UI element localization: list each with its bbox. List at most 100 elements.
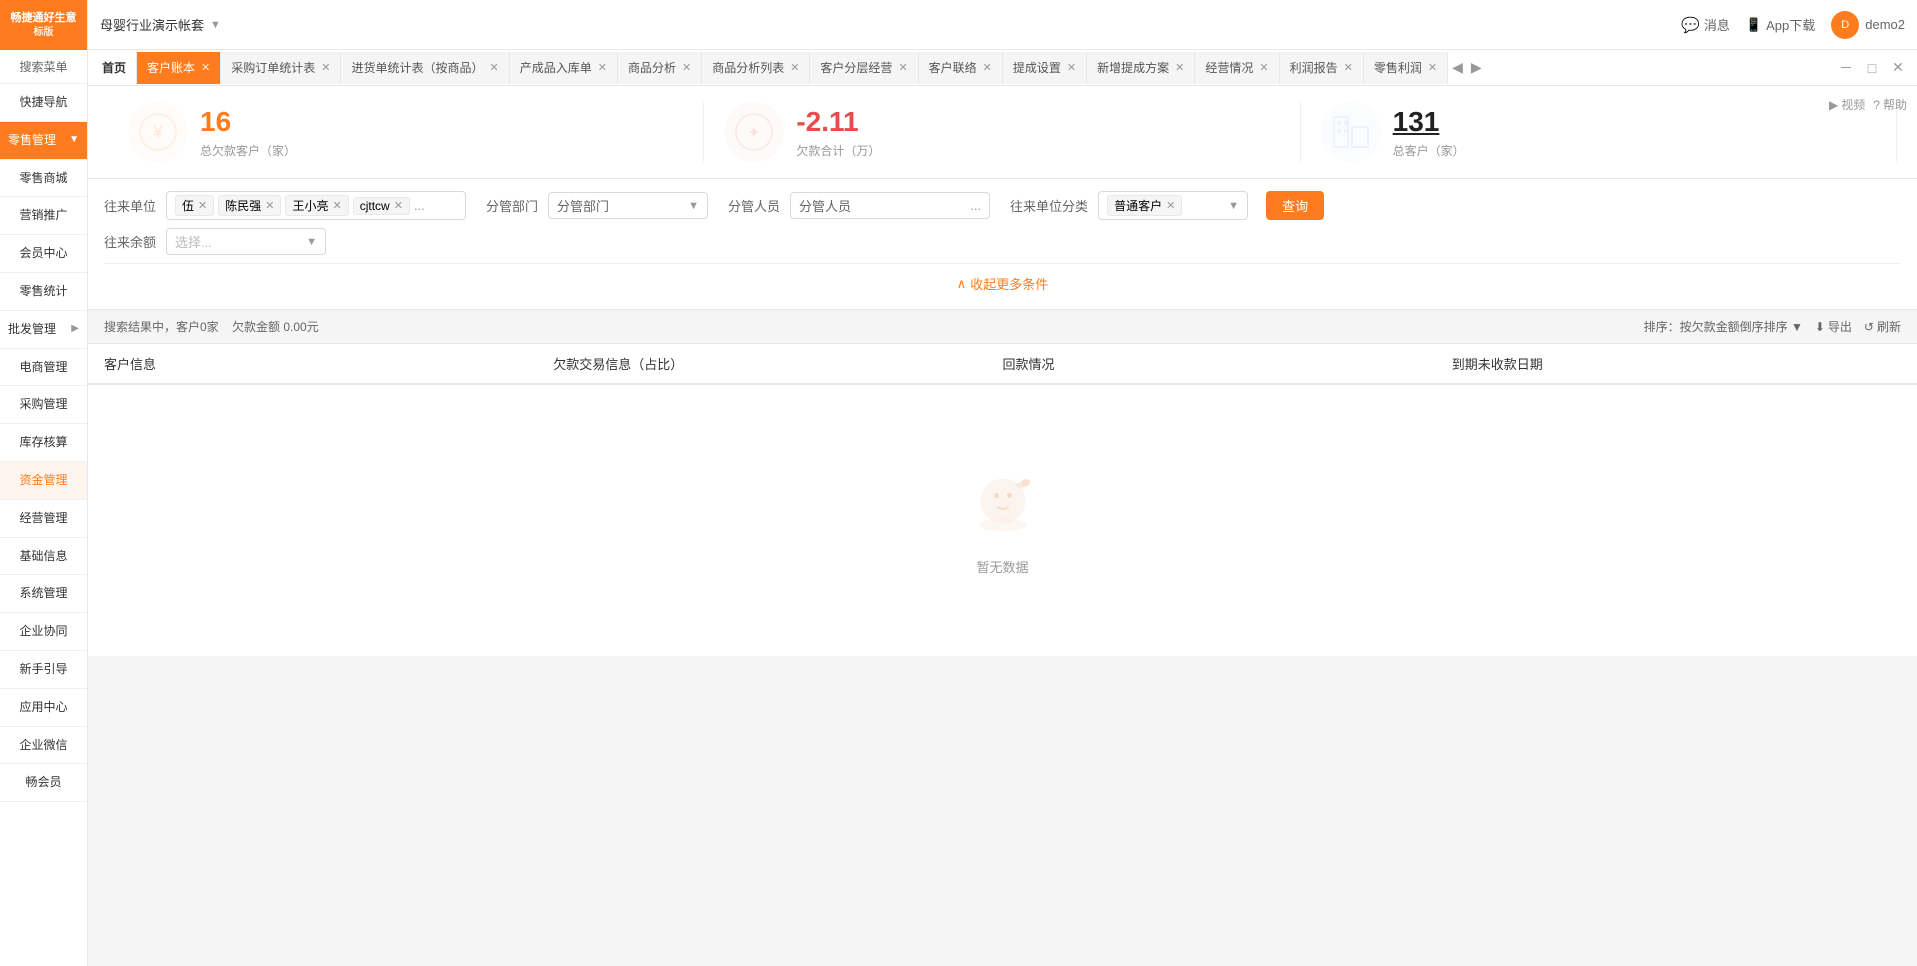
user-avatar: D bbox=[1831, 11, 1859, 39]
question-icon: ? bbox=[1873, 98, 1880, 112]
app-center-label: 应用中心 bbox=[19, 700, 67, 714]
tab-close-all-btn[interactable]: ✕ bbox=[1887, 57, 1909, 79]
search-btn[interactable]: 查询 bbox=[1266, 191, 1324, 220]
tab-goods-analysis[interactable]: 商品分析 ✕ bbox=[618, 52, 702, 84]
debt-customers-label: 总欠款客户（家） bbox=[200, 142, 683, 159]
sidebar-item-finance[interactable]: 资金管理 bbox=[0, 462, 87, 500]
sidebar-item-member[interactable]: 会员中心 bbox=[0, 235, 87, 273]
department-chevron: ▼ bbox=[688, 200, 699, 212]
sidebar-item-system[interactable]: 系统管理 bbox=[0, 575, 87, 613]
refresh-icon: ↺ bbox=[1864, 320, 1874, 334]
tab-home[interactable]: 首页 bbox=[92, 52, 137, 84]
tab-close-icon[interactable]: ✕ bbox=[1259, 61, 1268, 74]
tab-customer-contact[interactable]: 客户联络 ✕ bbox=[919, 52, 1003, 84]
refresh-btn[interactable]: ↺ 刷新 bbox=[1864, 318, 1901, 335]
app-download-btn[interactable]: 📱 App下载 bbox=[1746, 15, 1815, 34]
tab-close-icon[interactable]: ✕ bbox=[201, 61, 210, 74]
message-icon: 💬 bbox=[1681, 16, 1700, 34]
sidebar-item-purchase[interactable]: 采购管理 bbox=[0, 386, 87, 424]
unit-class-close[interactable]: ✕ bbox=[1166, 199, 1175, 212]
tab-restore-btn[interactable]: □ bbox=[1861, 57, 1883, 79]
tab-business-situation[interactable]: 经营情况 ✕ bbox=[1195, 52, 1279, 84]
finance-label: 资金管理 bbox=[19, 473, 67, 487]
help-btn[interactable]: ? 帮助 bbox=[1873, 96, 1907, 113]
tab-close-icon[interactable]: ✕ bbox=[682, 61, 691, 74]
export-icon: ⬇ bbox=[1815, 320, 1825, 334]
sidebar-item-guide[interactable]: 新手引导 bbox=[0, 651, 87, 689]
tab-incoming-stats[interactable]: 进货单统计表（按商品） ✕ bbox=[341, 52, 509, 84]
tab-close-icon[interactable]: ✕ bbox=[1428, 61, 1437, 74]
sidebar-item-app-center[interactable]: 应用中心 bbox=[0, 689, 87, 727]
manager-select[interactable]: 分管人员 ... bbox=[790, 192, 990, 219]
tag-wu-close[interactable]: ✕ bbox=[198, 199, 207, 212]
video-btn[interactable]: ▶ 视频 bbox=[1829, 96, 1865, 113]
tab-production[interactable]: 产成品入库单 ✕ bbox=[510, 52, 618, 84]
sidebar-item-enterprise[interactable]: 企业协同 bbox=[0, 613, 87, 651]
tab-commission-settings-label: 提成设置 bbox=[1013, 59, 1061, 76]
search-menu-btn[interactable]: 搜索菜单 bbox=[0, 50, 87, 84]
tag-chen-close[interactable]: ✕ bbox=[265, 199, 274, 212]
collapse-row: ∧ 收起更多条件 bbox=[104, 263, 1901, 297]
sidebar-item-quick-nav[interactable]: 快捷导航 bbox=[0, 84, 87, 122]
tab-customer-ledger[interactable]: 客户账本 ✕ bbox=[137, 52, 221, 84]
tab-customer-layer[interactable]: 客户分层经营 ✕ bbox=[810, 52, 918, 84]
filter-tag-cjttcw[interactable]: cjttcw ✕ bbox=[353, 197, 410, 215]
system-label: 系统管理 bbox=[19, 586, 67, 600]
sidebar-item-operation[interactable]: 经营管理 bbox=[0, 500, 87, 538]
unit-class-select[interactable]: 普通客户 ✕ ▼ bbox=[1098, 191, 1248, 220]
sidebar-item-member-plus[interactable]: 畅会员 bbox=[0, 764, 87, 802]
tab-close-icon[interactable]: ✕ bbox=[321, 61, 330, 74]
tab-close-icon[interactable]: ✕ bbox=[1344, 61, 1353, 74]
sidebar-item-inventory[interactable]: 库存核算 bbox=[0, 424, 87, 462]
balance-select[interactable]: 选择... ▼ bbox=[166, 228, 326, 255]
building-icon bbox=[1321, 102, 1381, 162]
filter-tag-chen[interactable]: 陈民强 ✕ bbox=[218, 195, 281, 216]
filter-tag-wang[interactable]: 王小亮 ✕ bbox=[285, 195, 348, 216]
store-selector[interactable]: 母婴行业演示帐套 ▼ bbox=[100, 15, 221, 34]
tab-close-icon[interactable]: ✕ bbox=[598, 61, 607, 74]
tab-goods-analysis-list[interactable]: 商品分析列表 ✕ bbox=[702, 52, 810, 84]
tab-new-commission[interactable]: 新增提成方案 ✕ bbox=[1087, 52, 1195, 84]
sidebar-item-retail-mall[interactable]: 零售商城 bbox=[0, 160, 87, 198]
sidebar-item-marketing[interactable]: 营销推广 bbox=[0, 197, 87, 235]
export-btn[interactable]: ⬇ 导出 bbox=[1815, 318, 1852, 335]
filter-tag-wu[interactable]: 伍 ✕ bbox=[175, 195, 214, 216]
message-btn[interactable]: 💬 消息 bbox=[1681, 15, 1730, 34]
tab-retail-profit[interactable]: 零售利润 ✕ bbox=[1364, 52, 1448, 84]
user-area[interactable]: D demo2 bbox=[1831, 11, 1905, 39]
phone-icon: 📱 bbox=[1746, 17, 1762, 33]
tab-close-icon[interactable]: ✕ bbox=[1175, 61, 1184, 74]
stat-debt-customers-info: 16 总欠款客户（家） bbox=[200, 105, 683, 160]
col-due-date: 到期未收款日期 bbox=[1452, 354, 1901, 373]
tab-close-icon[interactable]: ✕ bbox=[1067, 61, 1076, 74]
sidebar-item-wholesale[interactable]: 批发管理 ▶ bbox=[0, 311, 87, 349]
purchase-label: 采购管理 bbox=[19, 397, 67, 411]
manager-label: 分管人员 bbox=[728, 196, 780, 215]
sidebar-item-ecommerce[interactable]: 电商管理 bbox=[0, 349, 87, 387]
tab-commission-settings[interactable]: 提成设置 ✕ bbox=[1003, 52, 1087, 84]
tab-close-icon[interactable]: ✕ bbox=[490, 61, 499, 74]
tab-close-icon[interactable]: ✕ bbox=[898, 61, 907, 74]
filter-more-btn[interactable]: ... bbox=[414, 198, 425, 213]
unit-class-tag[interactable]: 普通客户 ✕ bbox=[1107, 195, 1182, 216]
sidebar-item-enterprise-wechat[interactable]: 企业微信 bbox=[0, 727, 87, 765]
tab-close-icon[interactable]: ✕ bbox=[983, 61, 992, 74]
tab-goods-analysis-list-label: 商品分析列表 bbox=[712, 59, 784, 76]
tag-wang-close[interactable]: ✕ bbox=[333, 199, 342, 212]
tab-scroll-right[interactable]: ▶ bbox=[1467, 59, 1486, 76]
tag-cjttcw-close[interactable]: ✕ bbox=[394, 199, 403, 212]
stat-total-customers-info: 131 总客户（家） bbox=[1393, 105, 1876, 160]
sidebar-item-retail-stats[interactable]: 零售统计 bbox=[0, 273, 87, 311]
sort-chevron[interactable]: ▼ bbox=[1791, 320, 1803, 334]
tab-minimize-btn[interactable]: － bbox=[1835, 57, 1857, 79]
tab-close-icon[interactable]: ✕ bbox=[790, 61, 799, 74]
tab-purchase-stats[interactable]: 采购订单统计表 ✕ bbox=[221, 52, 341, 84]
unit-filter-tags[interactable]: 伍 ✕ 陈民强 ✕ 王小亮 ✕ cjttcw ✕ ... bbox=[166, 191, 466, 220]
manager-more[interactable]: ... bbox=[970, 198, 981, 213]
sidebar-item-basic-info[interactable]: 基础信息 bbox=[0, 538, 87, 576]
collapse-btn[interactable]: ∧ 收起更多条件 bbox=[104, 270, 1901, 297]
sidebar-item-retail[interactable]: 零售管理 ▼ bbox=[0, 122, 87, 160]
tab-profit-report[interactable]: 利润报告 ✕ bbox=[1280, 52, 1364, 84]
tab-scroll-left[interactable]: ◀ bbox=[1448, 59, 1467, 76]
department-select[interactable]: 分管部门 ▼ bbox=[548, 192, 708, 219]
